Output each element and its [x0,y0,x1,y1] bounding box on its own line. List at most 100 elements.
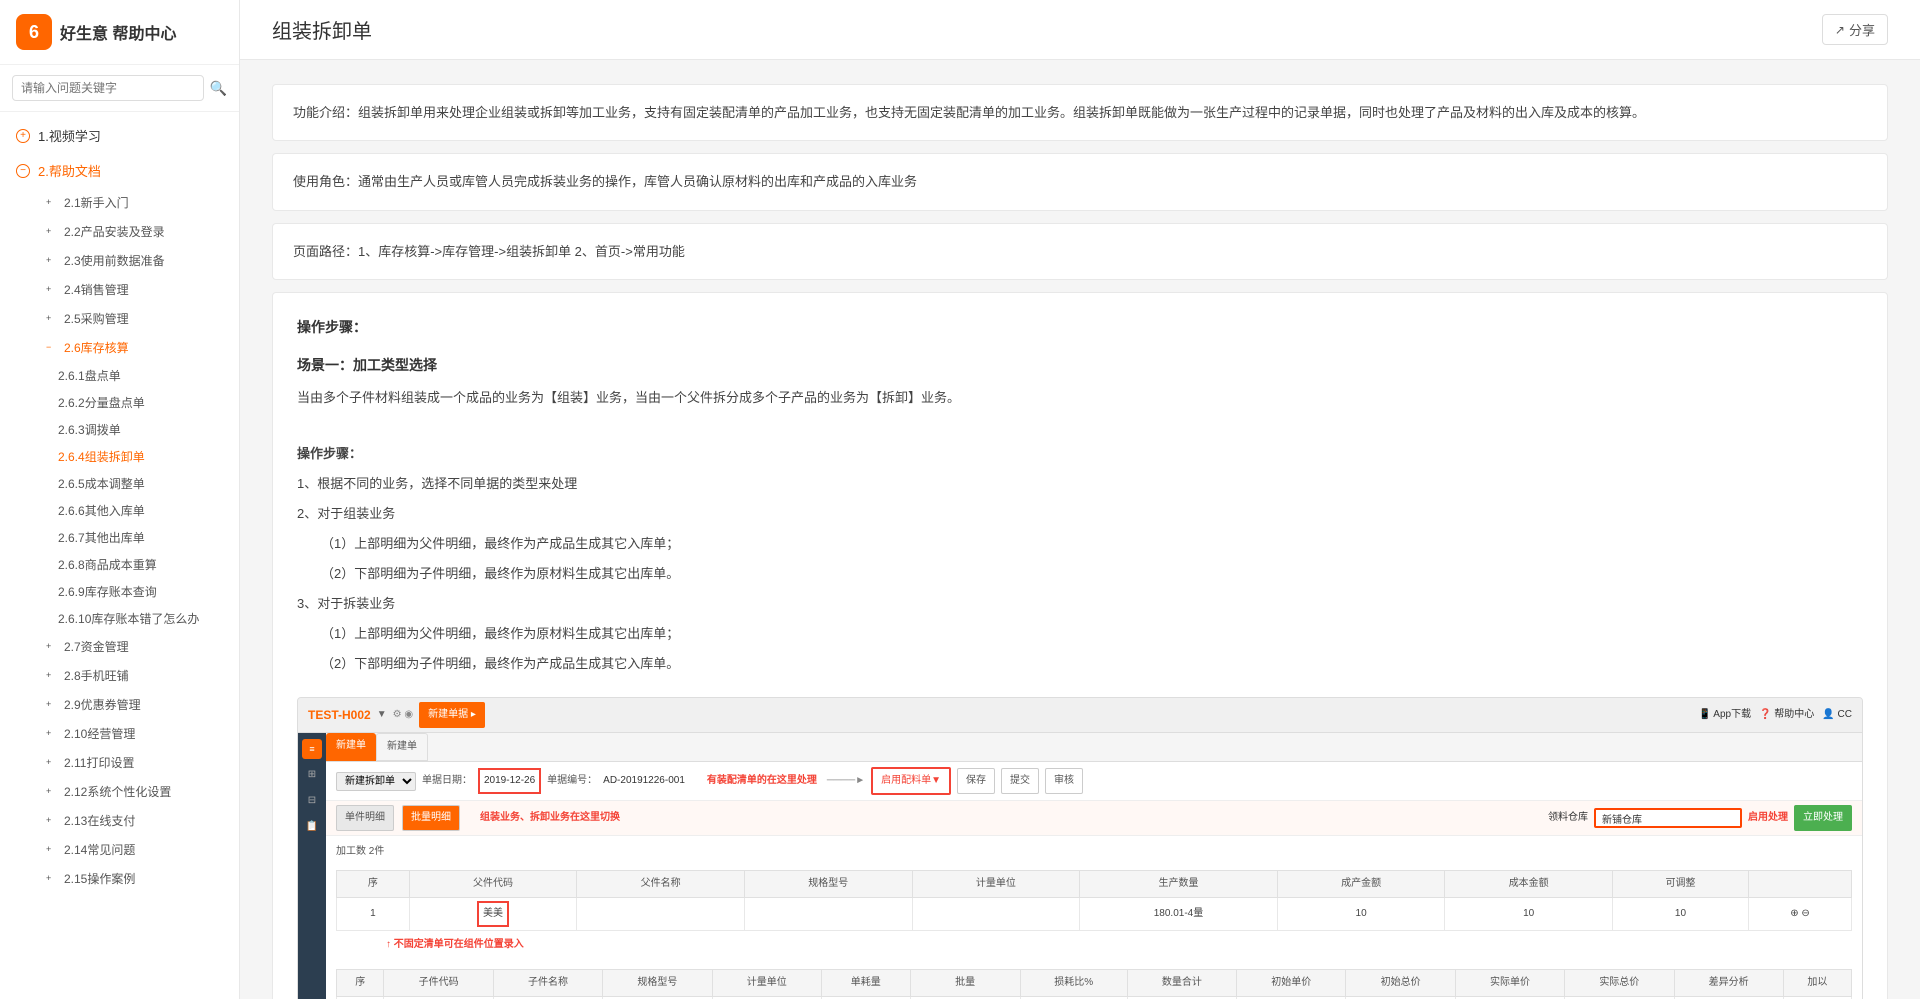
page-title: 组装拆卸单 [272,15,372,44]
sidebar-item-transfer[interactable]: 2.6.3调拨单 [50,416,239,443]
sidebar-item-fund[interactable]: + 2.7资金管理 [38,632,239,661]
sidebar-item-mobile[interactable]: + 2.8手机旺铺 [38,661,239,690]
sim-th-seq: 序 [337,871,410,898]
sidebar-item-case[interactable]: + 2.15操作案例 [38,864,239,893]
share-button[interactable]: ↗ 分享 [1822,14,1888,45]
sim-th2-init-price: 初始单价 [1237,970,1346,997]
sim-save-btn[interactable]: 保存 [957,768,995,794]
sim-user-icon: 👤 CC [1822,705,1852,725]
nav-list: + 1.视频学习 − 2.帮助文档 + 2.1新手入门 + 2.2产品安装及登录 [0,112,239,999]
sim-th2-actual-price: 实际单价 [1455,970,1564,997]
sim-annotation-area: ↑ 不固定清单可在组件位置录入 [326,933,1862,959]
minus-icon-sm: − [46,342,58,354]
sidebar-item-cost-calc[interactable]: 2.6.8商品成本重算 [50,551,239,578]
sidebar-item-cost-adj[interactable]: 2.6.5成本调整单 [50,470,239,497]
plus-icon-sm: + [46,197,58,209]
sim-top-bar: TEST-H002 ▼ ⚙ ◉ 新建单据 ▸ 📱 App下载 ❓ 帮助中心 👤 … [298,698,1862,733]
sidebar-item-purchase[interactable]: + 2.5采购管理 [38,304,239,333]
sim-app-icon: 📱 App下载 [1699,705,1751,725]
intro-role-card: 使用角色：通常由生产人员或库管人员完成拆装业务的操作，库管人员确认原材料的出库和… [272,153,1888,210]
sim-doc-toolbar: 新建拆卸单 单据日期： 2019-12-26 单据编号： AD-20191226… [326,762,1862,801]
plus-icon-sm10: + [46,873,58,885]
sim-th-pname: 父件名称 [577,871,745,898]
plus-icon-sm7: + [46,786,58,798]
sidebar-item-operation[interactable]: + 2.10经营管理 [38,719,239,748]
sidebar-item-coupon[interactable]: + 2.9优惠券管理 [38,690,239,719]
sim-screenshot: TEST-H002 ▼ ⚙ ◉ 新建单据 ▸ 📱 App下载 ❓ 帮助中心 👤 … [298,698,1862,999]
sidebar-item-inventory[interactable]: − 2.6库存核算 [38,333,239,362]
sidebar-item-faq[interactable]: + 2.14常见问题 [38,835,239,864]
sidebar-item-account-error[interactable]: 2.6.10库存账本错了怎么办 [50,605,239,632]
content-area: 功能介绍：组装拆卸单用来处理企业组装或拆卸等加工业务，支持有固定装配清单的产品加… [240,60,1920,999]
sidebar-item-stocktake[interactable]: 2.6.1盘点单 [50,362,239,389]
sidebar-item-payment[interactable]: + 2.13在线支付 [38,806,239,835]
plus-icon-sm4: + [46,699,58,711]
sidebar-item-customize[interactable]: + 2.12系统个性化设置 [38,777,239,806]
step2b: （2）下部明细为子件明细，最终作为原材料生成其它出库单。 [321,561,1863,587]
sim-tab-switch-btn[interactable]: 单件明细 [336,805,394,831]
sim-warehouse-input[interactable] [1594,808,1742,828]
sim-batch-btn[interactable]: 批量明细 [402,805,460,831]
sim-th2-unit: 计量单位 [712,970,821,997]
search-input[interactable] [12,75,204,101]
sim-table1-area: 加工数 2件 序 父件代码 父件名称 规格型号 计量单位 [326,836,1862,933]
sidebar: 6 好生意 帮助中心 🔍 + 1.视频学习 − 2.帮助文档 + 2.1新手入门 [0,0,240,999]
sim-tab-spacer [428,733,1862,761]
sidebar-item-assembly[interactable]: 2.6.4组装拆卸单 [50,443,239,470]
sim-th2-diff: 差异分析 [1674,970,1783,997]
share-icon: ↗ [1835,23,1845,37]
sidebar-item-other-out[interactable]: 2.6.7其他出库单 [50,524,239,551]
annotation-no-fixed: ↑ 不固定清单可在组件位置录入 [386,939,524,950]
sim-config-btn[interactable]: 启用配料单▼ [871,767,951,795]
step1: 1、根据不同的业务，选择不同单据的类型来处理 [297,471,1863,497]
sim-sub-toolbar: 单件明细 批量明细 组装业务、拆卸业务在这里切换 领料仓库 启用处理 立即处理 [326,801,1862,836]
sim-table2-area: 序 子件代码 子件名称 规格型号 计量单位 单耗量 批量 损耗比% [326,959,1862,999]
sidebar-item-docs[interactable]: − 2.帮助文档 [0,153,239,188]
scene1-desc: 当由多个子件材料组装成一个成品的业务为【组装】业务，当由一个父件拆分成多个子产品… [297,385,1863,411]
sim-help-icon: ❓ 帮助中心 [1759,705,1814,725]
sim-th-pcode: 父件代码 [409,871,577,898]
plus-icon-sm6: + [46,757,58,769]
sidebar-item-install[interactable]: + 2.2产品安装及登录 [38,217,239,246]
sidebar-item-print[interactable]: + 2.11打印设置 [38,748,239,777]
plus-icon-sm8: + [46,815,58,827]
sidebar-item-stock-query[interactable]: 2.6.9库存账本查询 [50,578,239,605]
sidebar-item-newcomer[interactable]: + 2.1新手入门 [38,188,239,217]
minus-icon: − [16,164,30,178]
sim-th2-code: 子件代码 [384,970,493,997]
sidebar-item-other-in[interactable]: 2.6.6其他入库单 [50,497,239,524]
sim-th-cost-amt: 成本金额 [1445,871,1613,898]
plus-icon-sm3: + [46,670,58,682]
plus-icon-sm: + [46,226,58,238]
sim-new-btn[interactable]: 新建单据 ▸ [419,702,485,728]
plus-icon-sm: + [46,255,58,267]
sim-th2-init-total: 初始总价 [1346,970,1455,997]
steps-main-title: 操作步骤： [297,313,1863,341]
sim-submit-btn[interactable]: 提交 [1001,768,1039,794]
sim-tab-inactive[interactable]: 新建单 [376,733,428,761]
sidebar-item-data[interactable]: + 2.3使用前数据准备 [38,246,239,275]
sim-nav-icon-4: 📋 [306,817,318,837]
sidebar-item-video[interactable]: + 1.视频学习 [0,118,239,153]
sim-tab-active[interactable]: 新建单 [326,733,376,761]
sim-table-row-parent-1: 1 美美 180.01-4量 10 10 [337,898,1852,931]
step2: 2、对于组装业务 [297,501,1863,527]
intro-path-card: 页面路径：1、库存核算->库存管理->组装拆卸单 2、首页->常用功能 [272,223,1888,280]
nav-sub-list-docs: + 2.1新手入门 + 2.2产品安装及登录 + 2.3使用前数据准备 + 2.… [0,188,239,893]
sidebar-item-partition-stock[interactable]: 2.6.2分量盘点单 [50,389,239,416]
sim-th-unit: 计量单位 [912,871,1080,898]
sim-body: ≡ ⊞ ⊟ 📋 新建单 新建单 [298,733,1862,999]
sim-form-right: 领料仓库 启用处理 立即处理 [1548,805,1852,831]
sim-dropdown: ▼ [377,705,387,725]
nav-sub-sub-list-inventory: 2.6.1盘点单 2.6.2分量盘点单 2.6.3调拨单 2.6.4组装拆卸单 … [38,362,239,632]
sim-nav-icon-3: ⊟ [308,791,316,811]
sim-left-nav: ≡ ⊞ ⊟ 📋 [298,733,326,999]
sidebar-item-sales[interactable]: + 2.4销售管理 [38,275,239,304]
search-icon[interactable]: 🔍 [210,80,227,97]
sim-doc-type-select[interactable]: 新建拆卸单 [336,772,416,791]
sim-approve-btn[interactable]: 审核 [1045,768,1083,794]
annotation-arrow1: ────► [827,771,865,791]
sim-process-btn[interactable]: 立即处理 [1794,805,1852,831]
main-area: 组装拆卸单 ↗ 分享 功能介绍：组装拆卸单用来处理企业组装或拆卸等加工业务，支持… [240,0,1920,999]
sim-docno-value: AD-20191226-001 [603,771,685,791]
